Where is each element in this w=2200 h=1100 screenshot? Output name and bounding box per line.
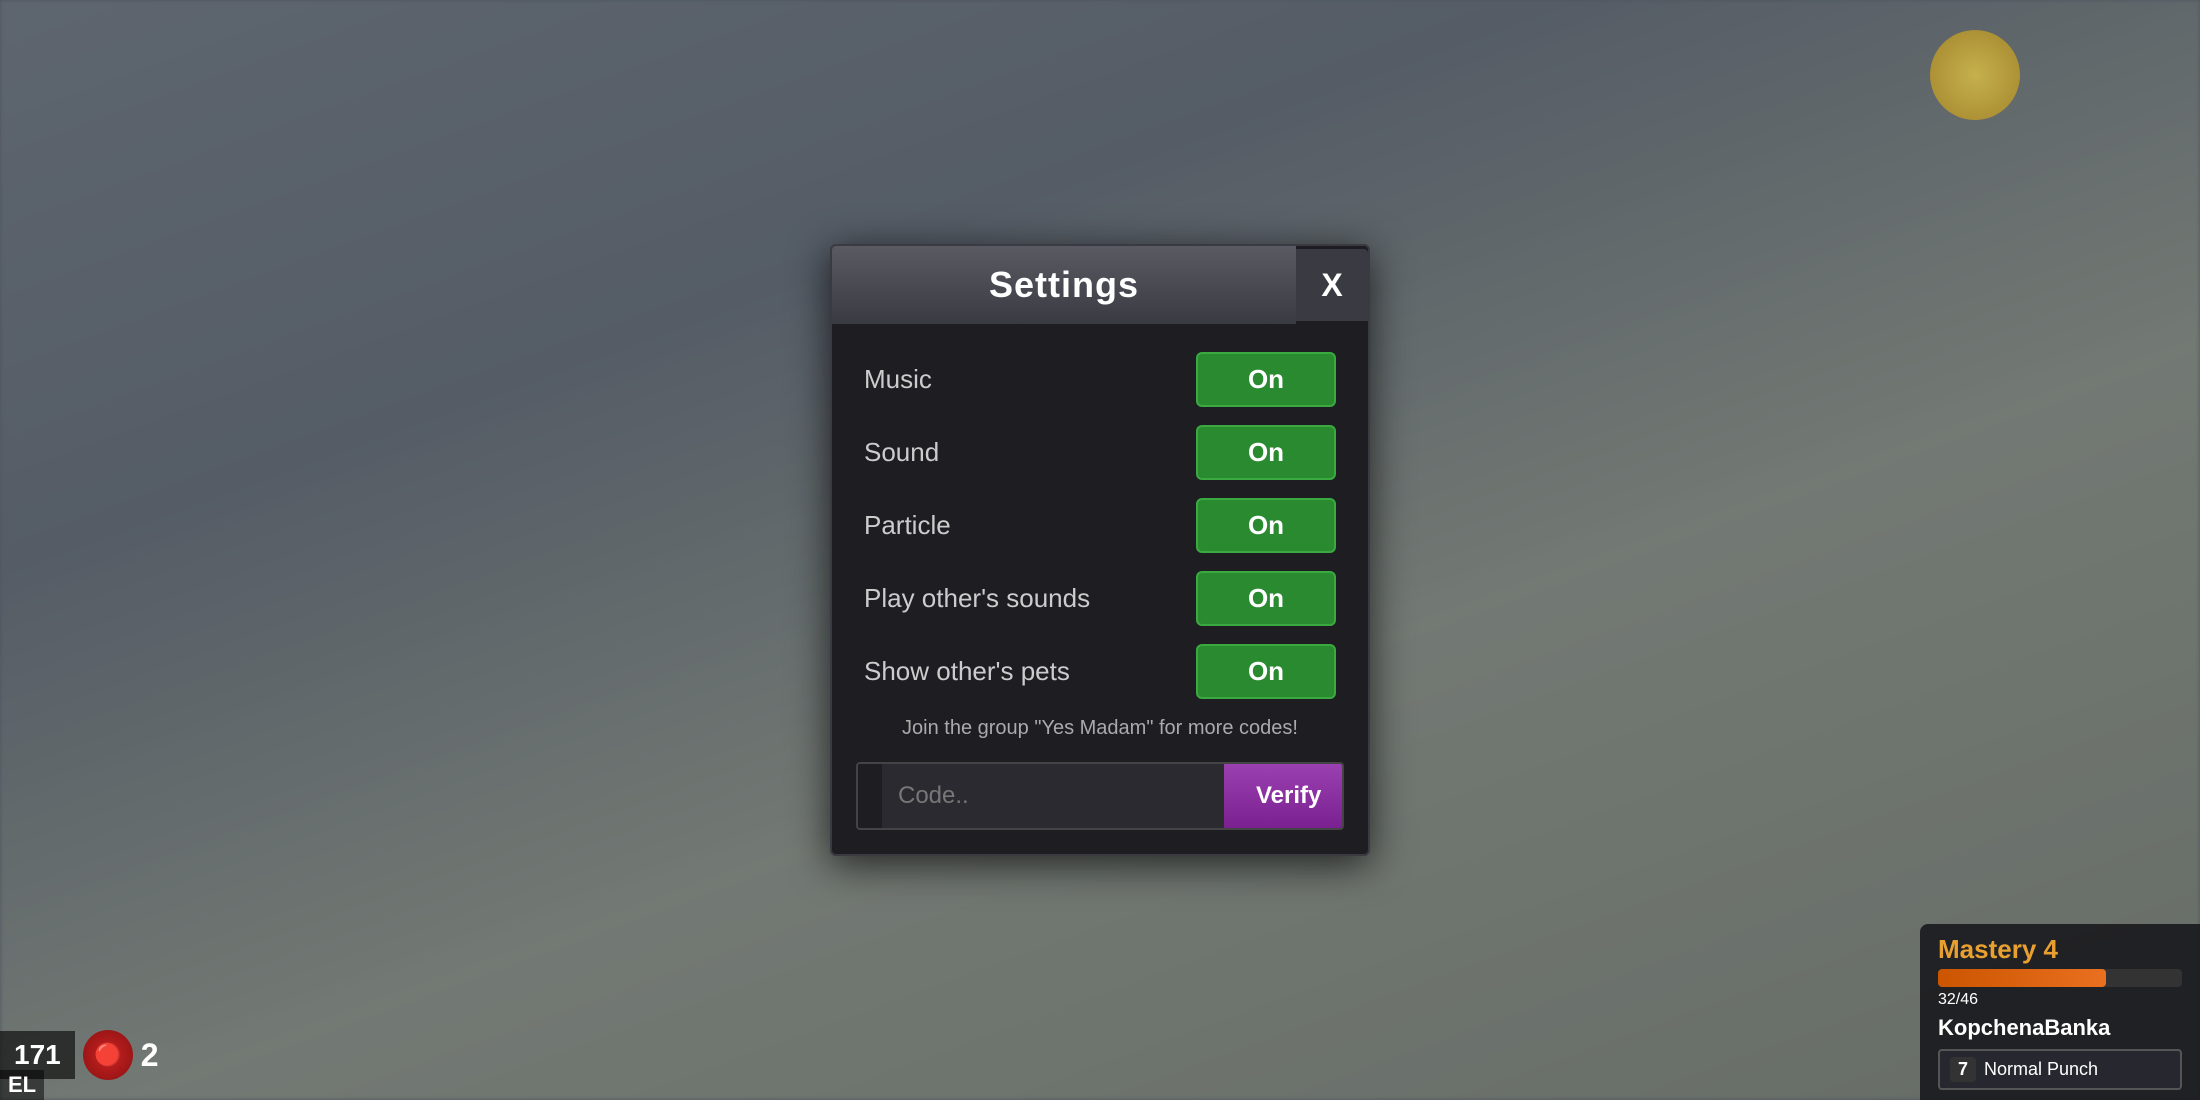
setting-label-play-others-sounds: Play other's sounds	[864, 583, 1090, 614]
verify-button[interactable]: Verify	[1224, 764, 1344, 828]
hud-currency-value: 2	[141, 1037, 159, 1074]
hud-bottom-right: Mastery 4 32/46 KopchenaBanka 7 Normal P…	[1920, 924, 2200, 1100]
setting-label-sound: Sound	[864, 437, 939, 468]
setting-row-play-others-sounds: Play other's sounds On	[864, 571, 1336, 626]
group-message: Join the group "Yes Madam" for more code…	[832, 717, 1368, 740]
setting-label-particle: Particle	[864, 510, 951, 541]
hud-currency-icon: 🔴	[83, 1030, 133, 1080]
skill-name: Normal Punch	[1984, 1059, 2098, 1080]
setting-row-sound: Sound On	[864, 425, 1336, 480]
toggle-particle[interactable]: On	[1196, 498, 1336, 553]
toggle-play-others-sounds[interactable]: On	[1196, 571, 1336, 626]
modal-title-bar: Settings	[832, 246, 1296, 324]
mastery-title: Mastery 4	[1938, 934, 2182, 965]
modal-header: Settings X	[832, 246, 1368, 324]
setting-label-show-others-pets: Show other's pets	[864, 656, 1070, 687]
player-name: KopchenaBanka	[1938, 1015, 2182, 1041]
setting-row-show-others-pets: Show other's pets On	[864, 644, 1336, 699]
skill-box: 7 Normal Punch	[1938, 1049, 2182, 1090]
setting-row-particle: Particle On	[864, 498, 1336, 553]
toggle-music[interactable]: On	[1196, 352, 1336, 407]
settings-rows: Music On Sound On Particle On Play other…	[832, 352, 1368, 699]
skill-key: 7	[1950, 1057, 1976, 1082]
toggle-sound[interactable]: On	[1196, 425, 1336, 480]
mastery-numbers: 32/46	[1938, 991, 2182, 1009]
hud-level-label: EL	[0, 1070, 44, 1100]
code-section: Verify	[856, 762, 1344, 830]
modal-overlay: Settings X Music On Sound On Particle On…	[0, 0, 2200, 1100]
toggle-show-others-pets[interactable]: On	[1196, 644, 1336, 699]
mastery-bar-fill	[1938, 969, 2106, 987]
close-button[interactable]: X	[1296, 249, 1368, 321]
setting-row-music: Music On	[864, 352, 1336, 407]
code-input[interactable]	[882, 764, 1224, 828]
modal-title: Settings	[989, 264, 1139, 305]
settings-modal: Settings X Music On Sound On Particle On…	[830, 244, 1370, 856]
mastery-bar-container	[1938, 969, 2182, 987]
setting-label-music: Music	[864, 364, 932, 395]
